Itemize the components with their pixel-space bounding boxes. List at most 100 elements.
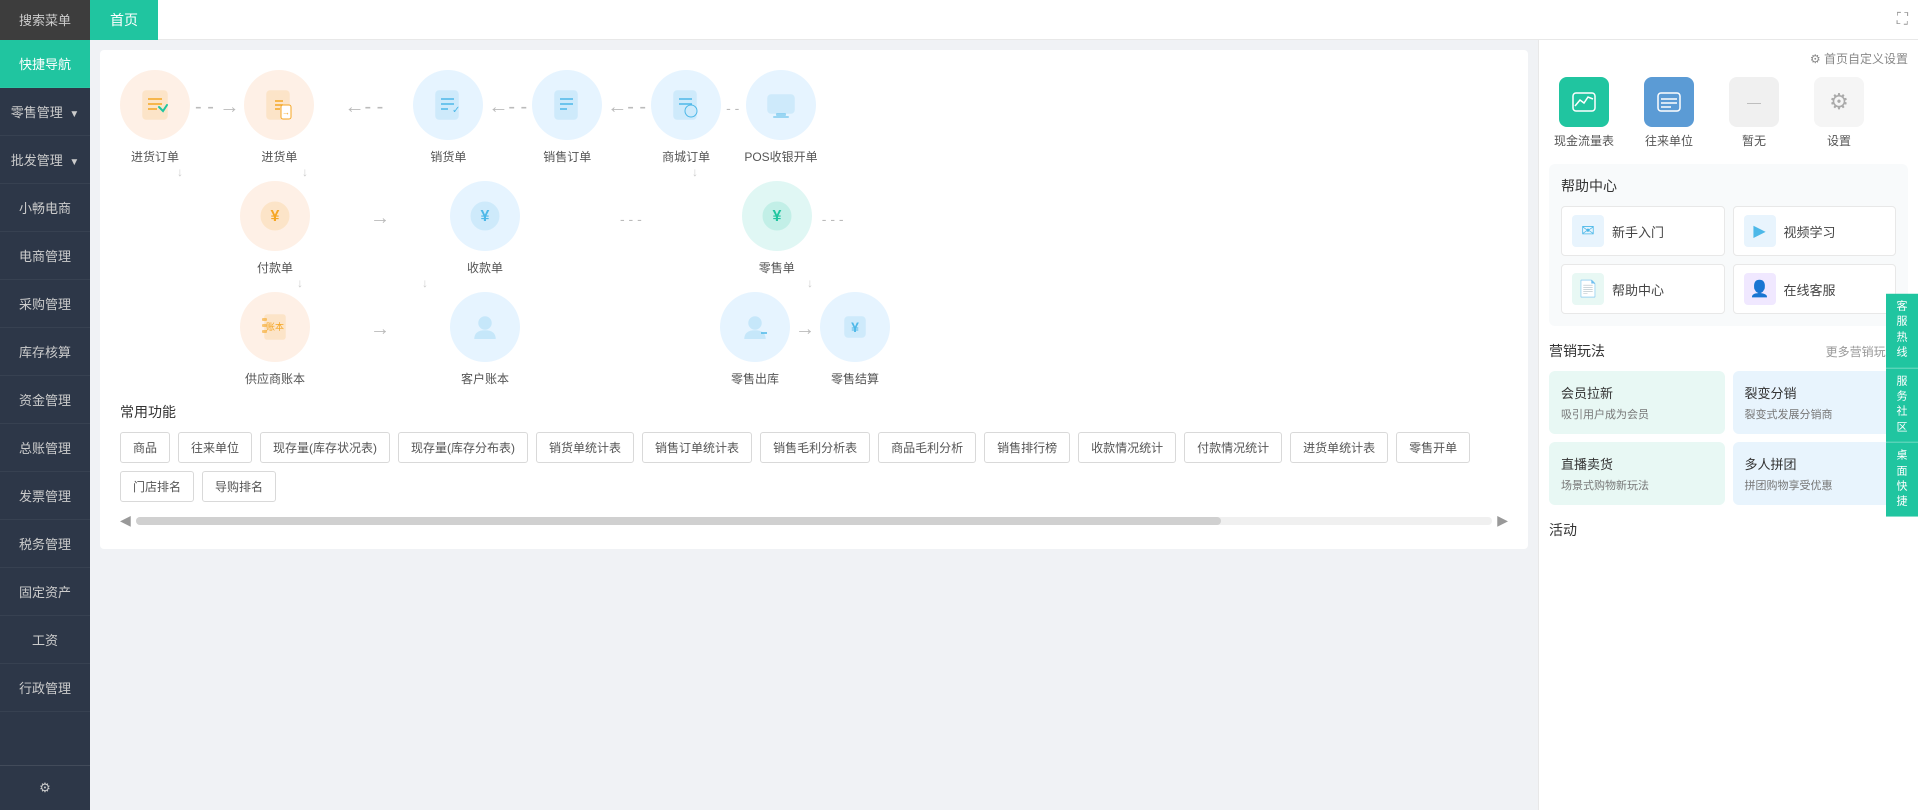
quick-icon-partners[interactable]: 往来单位 [1634, 77, 1704, 149]
fission-title: 裂变分销 [1745, 383, 1897, 402]
flow-diagram: 进货订单 - - → → 进货单 ←- - [120, 70, 1508, 387]
sidebar-item-retail[interactable]: 零售管理 ▼ [0, 88, 90, 136]
svg-text:¥: ¥ [271, 208, 280, 225]
func-btn-store-rank[interactable]: 门店排名 [120, 471, 194, 502]
sidebar-item-tax[interactable]: 税务管理 [0, 520, 90, 568]
sidebar-item-ecommerce-small[interactable]: 小畅电商 [0, 184, 90, 232]
marketing-item-live[interactable]: 直播卖货 场景式购物新玩法 [1549, 442, 1725, 505]
func-btn-purchase-stat[interactable]: 进货单统计表 [1290, 432, 1388, 463]
docs-icon: 📄 [1572, 273, 1604, 305]
docs-label: 帮助中心 [1612, 280, 1664, 299]
help-item-beginner[interactable]: ✉ 新手入门 [1561, 206, 1725, 256]
func-btn-guide-rank[interactable]: 导购排名 [202, 471, 276, 502]
func-btn-receipt-stat[interactable]: 收款情况统计 [1078, 432, 1176, 463]
flow-node-payment[interactable]: ¥ 付款单 [240, 181, 310, 276]
receipt-icon: ¥ [450, 181, 520, 251]
func-btn-units[interactable]: 往来单位 [178, 432, 252, 463]
sales-order-icon [532, 70, 602, 140]
float-btn-hotline[interactable]: 客服热线 [1886, 294, 1918, 369]
quick-icon-settings[interactable]: ⚙ 设置 [1804, 77, 1874, 149]
sidebar-item-finance[interactable]: 资金管理 [0, 376, 90, 424]
purchase-bill-icon: → [244, 70, 314, 140]
sidebar-item-wholesale[interactable]: 批发管理 ▼ [0, 136, 90, 184]
flow-node-pos[interactable]: POS收银开单 [744, 70, 817, 165]
flow-node-sales-bill[interactable]: ✓ 销货单 [413, 70, 483, 165]
func-btn-retail-open[interactable]: 零售开单 [1396, 432, 1470, 463]
home-tab[interactable]: 首页 [90, 0, 158, 40]
help-item-docs[interactable]: 📄 帮助中心 [1561, 264, 1725, 314]
support-label: 在线客服 [1784, 280, 1836, 299]
help-item-support[interactable]: 👤 在线客服 [1733, 264, 1897, 314]
flow-node-mall-order[interactable]: 商城订单 [651, 70, 721, 165]
func-btn-stock-status[interactable]: 现存量(库存状况表) [260, 432, 390, 463]
marketing-header: 营销玩法 更多营销玩法 > [1549, 341, 1908, 361]
scroll-right-arrow[interactable]: ▶ [1497, 512, 1508, 529]
none-label: 暂无 [1742, 132, 1766, 149]
flow-node-purchase-order[interactable]: 进货订单 [120, 70, 190, 165]
sales-bill-icon: ✓ [413, 70, 483, 140]
flow-node-supplier-ledger[interactable]: 账本 供应商账本 [240, 292, 310, 387]
video-icon: ▶ [1744, 215, 1776, 247]
help-item-video[interactable]: ▶ 视频学习 [1733, 206, 1897, 256]
quick-access-row: 现金流量表 往来单位 — 暂无 ⚙ 设置 [1549, 77, 1908, 149]
marketing-title: 营销玩法 [1549, 341, 1605, 361]
svg-text:¥: ¥ [481, 208, 490, 225]
float-btn-community[interactable]: 服务社区 [1886, 368, 1918, 443]
scroll-left-arrow[interactable]: ◀ [120, 512, 131, 529]
func-btn-goods-profit[interactable]: 商品毛利分析 [878, 432, 976, 463]
help-center: 帮助中心 ✉ 新手入门 ▶ 视频学习 📄 帮助中心 👤 [1549, 164, 1908, 326]
fission-desc: 裂变式发展分销商 [1745, 406, 1897, 422]
quick-nav-card: 进货订单 - - → → 进货单 ←- - [100, 50, 1528, 549]
marketing-item-fission[interactable]: 裂变分销 裂变式发展分销商 [1733, 371, 1909, 434]
beginner-icon: ✉ [1572, 215, 1604, 247]
expand-icon[interactable]: ⛶ [1897, 11, 1908, 28]
func-btn-profit-analysis[interactable]: 销售毛利分析表 [760, 432, 870, 463]
svg-text:¥: ¥ [772, 208, 781, 225]
flow-node-retail-out[interactable]: 零售出库 [720, 292, 790, 387]
svg-text:✓: ✓ [452, 105, 460, 116]
func-btn-stock-dist[interactable]: 现存量(库存分布表) [398, 432, 528, 463]
beginner-label: 新手入门 [1612, 222, 1664, 241]
receipt-label: 收款单 [467, 259, 503, 276]
sidebar-item-admin[interactable]: 行政管理 [0, 664, 90, 712]
sidebar-item-ledger[interactable]: 总账管理 [0, 424, 90, 472]
scroll-track[interactable] [136, 517, 1492, 525]
group-title: 多人拼团 [1745, 454, 1897, 473]
activity-title: 活动 [1549, 520, 1908, 540]
search-menu-button[interactable]: 搜索菜单 [0, 0, 90, 40]
retail-settlement-icon: ¥ [820, 292, 890, 362]
pos-icon [746, 70, 816, 140]
marketing-item-member[interactable]: 会员拉新 吸引用户成为会员 [1549, 371, 1725, 434]
sidebar-settings-button[interactable]: ⚙ [0, 765, 90, 810]
float-btn-desktop[interactable]: 桌面快捷 [1886, 443, 1918, 517]
func-btn-sales-stat[interactable]: 销货单统计表 [536, 432, 634, 463]
func-grid: 商品 往来单位 现存量(库存状况表) 现存量(库存分布表) 销货单统计表 销售订… [120, 432, 1508, 502]
func-btn-goods[interactable]: 商品 [120, 432, 170, 463]
mall-order-icon [651, 70, 721, 140]
flow-node-sales-order[interactable]: 销售订单 [532, 70, 602, 165]
quick-icon-cashflow[interactable]: 现金流量表 [1549, 77, 1619, 149]
flow-node-retail-settlement[interactable]: ¥ 零售结算 [820, 292, 890, 387]
sidebar-item-ecommerce[interactable]: 电商管理 [0, 232, 90, 280]
purchase-order-icon [120, 70, 190, 140]
flow-node-purchase-bill[interactable]: → 进货单 [244, 70, 314, 165]
supplier-ledger-label: 供应商账本 [245, 370, 305, 387]
flow-node-customer-ledger[interactable]: 客户账本 [450, 292, 520, 387]
sidebar-item-purchase[interactable]: 采购管理 [0, 280, 90, 328]
func-btn-order-stat[interactable]: 销售订单统计表 [642, 432, 752, 463]
sidebar-item-salary[interactable]: 工资 [0, 616, 90, 664]
flow-node-receipt[interactable]: ¥ 收款单 [450, 181, 520, 276]
func-btn-sales-rank[interactable]: 销售排行榜 [984, 432, 1070, 463]
flow-node-retail-bill[interactable]: ¥ 零售单 [742, 181, 812, 276]
func-btn-payment-stat[interactable]: 付款情况统计 [1184, 432, 1282, 463]
marketing-grid: 会员拉新 吸引用户成为会员 裂变分销 裂变式发展分销商 直播卖货 场景式购物新玩… [1549, 371, 1908, 505]
retail-out-icon [720, 292, 790, 362]
sidebar-item-invoice[interactable]: 发票管理 [0, 472, 90, 520]
sidebar-item-assets[interactable]: 固定资产 [0, 568, 90, 616]
marketing-item-group[interactable]: 多人拼团 拼团购物享受优惠 [1733, 442, 1909, 505]
scroll-row: ◀ ▶ [120, 512, 1508, 529]
customize-header[interactable]: ⚙ 首页自定义设置 [1549, 50, 1908, 67]
sidebar-item-quick-nav[interactable]: 快捷导航 [0, 40, 90, 88]
sidebar-item-inventory[interactable]: 库存核算 [0, 328, 90, 376]
quick-icon-none[interactable]: — 暂无 [1719, 77, 1789, 149]
